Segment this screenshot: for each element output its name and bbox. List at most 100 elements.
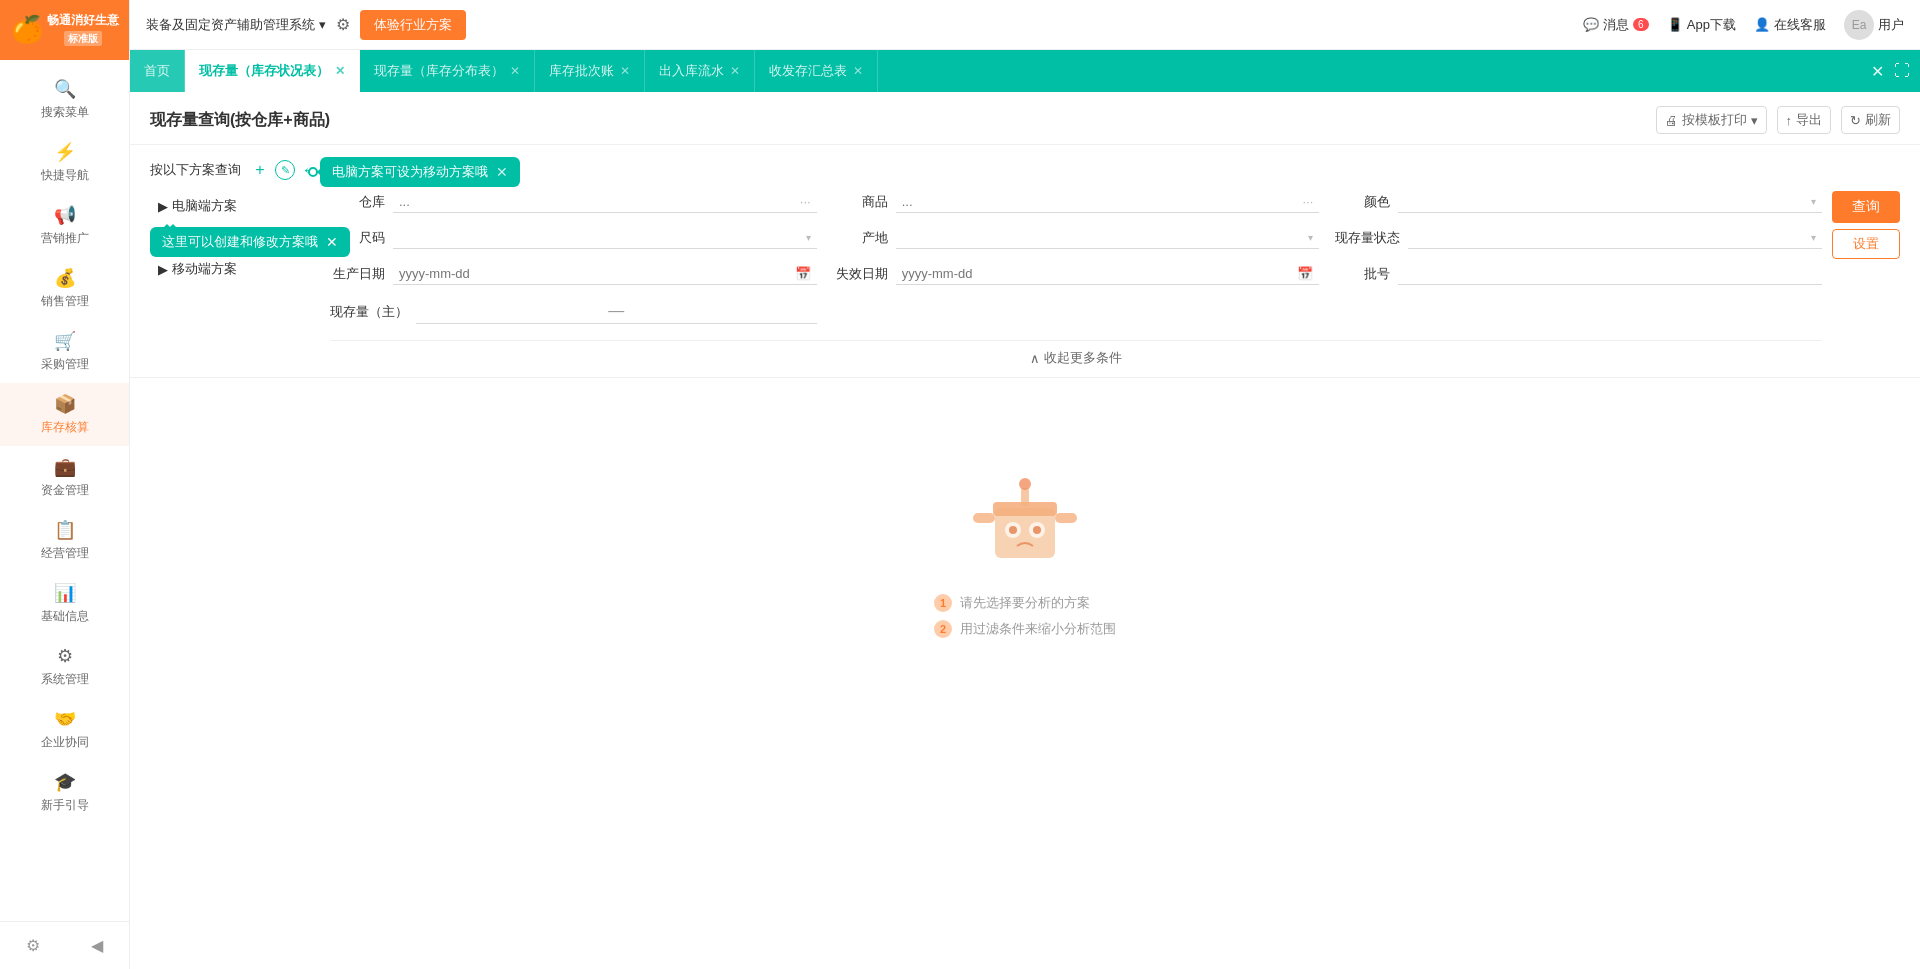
collapse-btn[interactable]: ∧ 收起更多条件 (1030, 349, 1122, 367)
goods-label: 商品 (833, 193, 888, 211)
warehouse-more-icon[interactable]: ··· (800, 194, 811, 209)
svg-point-5 (1033, 526, 1041, 534)
tab-in-out-flow[interactable]: 出入库流水 ✕ (645, 50, 755, 92)
scenario-tooltip-1: 电脑方案可设为移动方案哦 ✕ (320, 157, 520, 187)
logo-badge: 标准版 (64, 31, 102, 46)
sidebar-item-inventory[interactable]: 📦 库存核算 (0, 383, 129, 446)
tooltip-1-close[interactable]: ✕ (496, 164, 508, 180)
batch-no-control[interactable] (1398, 263, 1822, 285)
stock-status-label: 现存量状态 (1335, 229, 1400, 247)
sidebar-item-marketing[interactable]: 📢 营销推广 (0, 194, 129, 257)
message-action[interactable]: 💬 消息 6 (1583, 16, 1649, 34)
add-scenario-btn[interactable]: + (249, 159, 271, 181)
edit-scenario-btn[interactable]: ✎ (275, 160, 295, 180)
user-avatar: Ea (1844, 10, 1874, 40)
size-input[interactable] (399, 230, 806, 245)
tab-batch-ledger[interactable]: 库存批次账 ✕ (535, 50, 645, 92)
tab-recv-summary-close[interactable]: ✕ (853, 64, 863, 78)
goods-control[interactable]: ··· (896, 191, 1320, 213)
expire-date-control[interactable]: 📅 (896, 263, 1320, 285)
header-settings-icon[interactable]: ⚙ (336, 15, 350, 34)
tab-expand-icon[interactable]: ⛶ (1894, 62, 1910, 80)
tab-inventory-status-close[interactable]: ✕ (335, 64, 345, 78)
expire-date-input[interactable] (902, 266, 1298, 281)
produce-date-input[interactable] (399, 266, 795, 281)
sidebar-item-basic-info[interactable]: 📊 基础信息 (0, 572, 129, 635)
origin-control[interactable]: ▾ (896, 227, 1320, 249)
tab-in-out-flow-close[interactable]: ✕ (730, 64, 740, 78)
sidebar-item-system[interactable]: ⚙ 系统管理 (0, 635, 129, 698)
experience-btn[interactable]: 体验行业方案 (360, 10, 466, 40)
tab-batch-ledger-close[interactable]: ✕ (620, 64, 630, 78)
produce-date-control[interactable]: 📅 (393, 263, 817, 285)
mobile-scenario-arrow: ▶ (158, 262, 168, 277)
color-dropdown-icon[interactable]: ▾ (1811, 196, 1816, 207)
tooltip-2-close[interactable]: ✕ (326, 234, 338, 250)
expire-date-cal-icon[interactable]: 📅 (1297, 266, 1313, 281)
tab-recv-summary[interactable]: 收发存汇总表 ✕ (755, 50, 878, 92)
stock-status-dropdown-icon[interactable]: ▾ (1811, 232, 1816, 243)
origin-dropdown-icon[interactable]: ▾ (1308, 232, 1313, 243)
desktop-scenario-arrow: ▶ (158, 199, 168, 214)
system-selector[interactable]: 装备及固定资产辅助管理系统 ▾ (146, 16, 326, 34)
page-content: 现存量查询(按仓库+商品) 🖨 按模板打印 ▾ ↑ 导出 ↻ 刷新 (130, 92, 1920, 969)
desktop-scenario-header[interactable]: ▶ 电脑端方案 (150, 191, 310, 221)
refresh-btn[interactable]: ↻ 刷新 (1841, 106, 1900, 134)
user-action[interactable]: Ea 用户 (1844, 10, 1904, 40)
search-btn[interactable]: 查询 (1832, 191, 1900, 223)
origin-input[interactable] (902, 230, 1309, 245)
sidebar-bottom: ⚙ ◀ (0, 921, 129, 969)
sidebar: 🍊 畅通消好生意 标准版 🔍 搜索菜单 ⚡ 快捷导航 📢 营销推广 💰 销售管理… (0, 0, 130, 969)
empty-num-2: 2 (934, 620, 952, 638)
warehouse-input[interactable] (399, 194, 796, 209)
tooltip-1-text: 电脑方案可设为移动方案哦 (332, 163, 488, 181)
sidebar-item-purchase[interactable]: 🛒 采购管理 (0, 320, 129, 383)
goods-more-icon[interactable]: ··· (1302, 194, 1313, 209)
stock-qty-control[interactable]: — (416, 299, 817, 324)
filter-body: 这里可以创建和修改方案哦 ✕ ▶ 电脑端方案 按照品 (150, 191, 1900, 377)
reset-btn[interactable]: 设置 (1832, 229, 1900, 259)
size-control[interactable]: ▾ (393, 227, 817, 249)
system-dropdown-icon: ▾ (319, 17, 326, 32)
filter-cell-color: 颜色 ▾ (1335, 191, 1822, 213)
svg-point-4 (1009, 526, 1017, 534)
stock-status-input[interactable] (1414, 230, 1811, 245)
sidebar-item-search-menu[interactable]: 🔍 搜索菜单 (0, 68, 129, 131)
print-btn[interactable]: 🖨 按模板打印 ▾ (1656, 106, 1767, 134)
tab-home[interactable]: 首页 (130, 50, 185, 92)
produce-date-cal-icon[interactable]: 📅 (795, 266, 811, 281)
support-icon: 👤 (1754, 17, 1770, 32)
tab-close-all-icon[interactable]: ✕ (1871, 62, 1884, 81)
tab-inventory-status[interactable]: 现存量（库存状况表） ✕ (185, 50, 360, 92)
empty-state: 1 请先选择要分析的方案 2 用过滤条件来缩小分析范围 (130, 378, 1920, 698)
warehouse-control[interactable]: ··· (393, 191, 817, 213)
support-action[interactable]: 👤 在线客服 (1754, 16, 1826, 34)
sidebar-item-sales[interactable]: 💰 销售管理 (0, 257, 129, 320)
marketing-icon: 📢 (54, 204, 76, 226)
sidebar-item-operations[interactable]: 📋 经营管理 (0, 509, 129, 572)
operations-icon: 📋 (54, 519, 76, 541)
color-input[interactable] (1404, 194, 1811, 209)
sidebar-item-quick-nav[interactable]: ⚡ 快捷导航 (0, 131, 129, 194)
stock-status-control[interactable]: ▾ (1408, 227, 1822, 249)
sidebar-item-finance[interactable]: 💼 资金管理 (0, 446, 129, 509)
goods-input[interactable] (902, 194, 1299, 209)
size-dropdown-icon[interactable]: ▾ (806, 232, 811, 243)
batch-no-input[interactable] (1404, 266, 1816, 281)
sidebar-collapse-btn[interactable]: ◀ (87, 932, 107, 959)
filter-cell-origin: 产地 ▾ (833, 227, 1320, 249)
filter-area-wrapper: 按以下方案查询 + ✎ ← 电脑方案可设为移动方案哦 ✕ (130, 145, 1920, 377)
stock-qty-max[interactable] (632, 304, 810, 319)
export-btn[interactable]: ↑ 导出 (1777, 106, 1832, 134)
sidebar-settings-btn[interactable]: ⚙ (22, 932, 44, 959)
mobile-scenario-header[interactable]: ▶ 移动端方案 (150, 254, 310, 284)
app-download-action[interactable]: 📱 App下载 (1667, 16, 1736, 34)
stock-qty-min[interactable] (422, 304, 600, 319)
sidebar-item-enterprise[interactable]: 🤝 企业协同 (0, 698, 129, 761)
filter-label: 按以下方案查询 (150, 161, 241, 179)
tab-inventory-dist[interactable]: 现存量（库存分布表） ✕ (360, 50, 535, 92)
tab-inventory-dist-close[interactable]: ✕ (510, 64, 520, 78)
desktop-scenario-label: 电脑端方案 (172, 197, 237, 215)
sidebar-item-newbie[interactable]: 🎓 新手引导 (0, 761, 129, 824)
color-control[interactable]: ▾ (1398, 191, 1822, 213)
